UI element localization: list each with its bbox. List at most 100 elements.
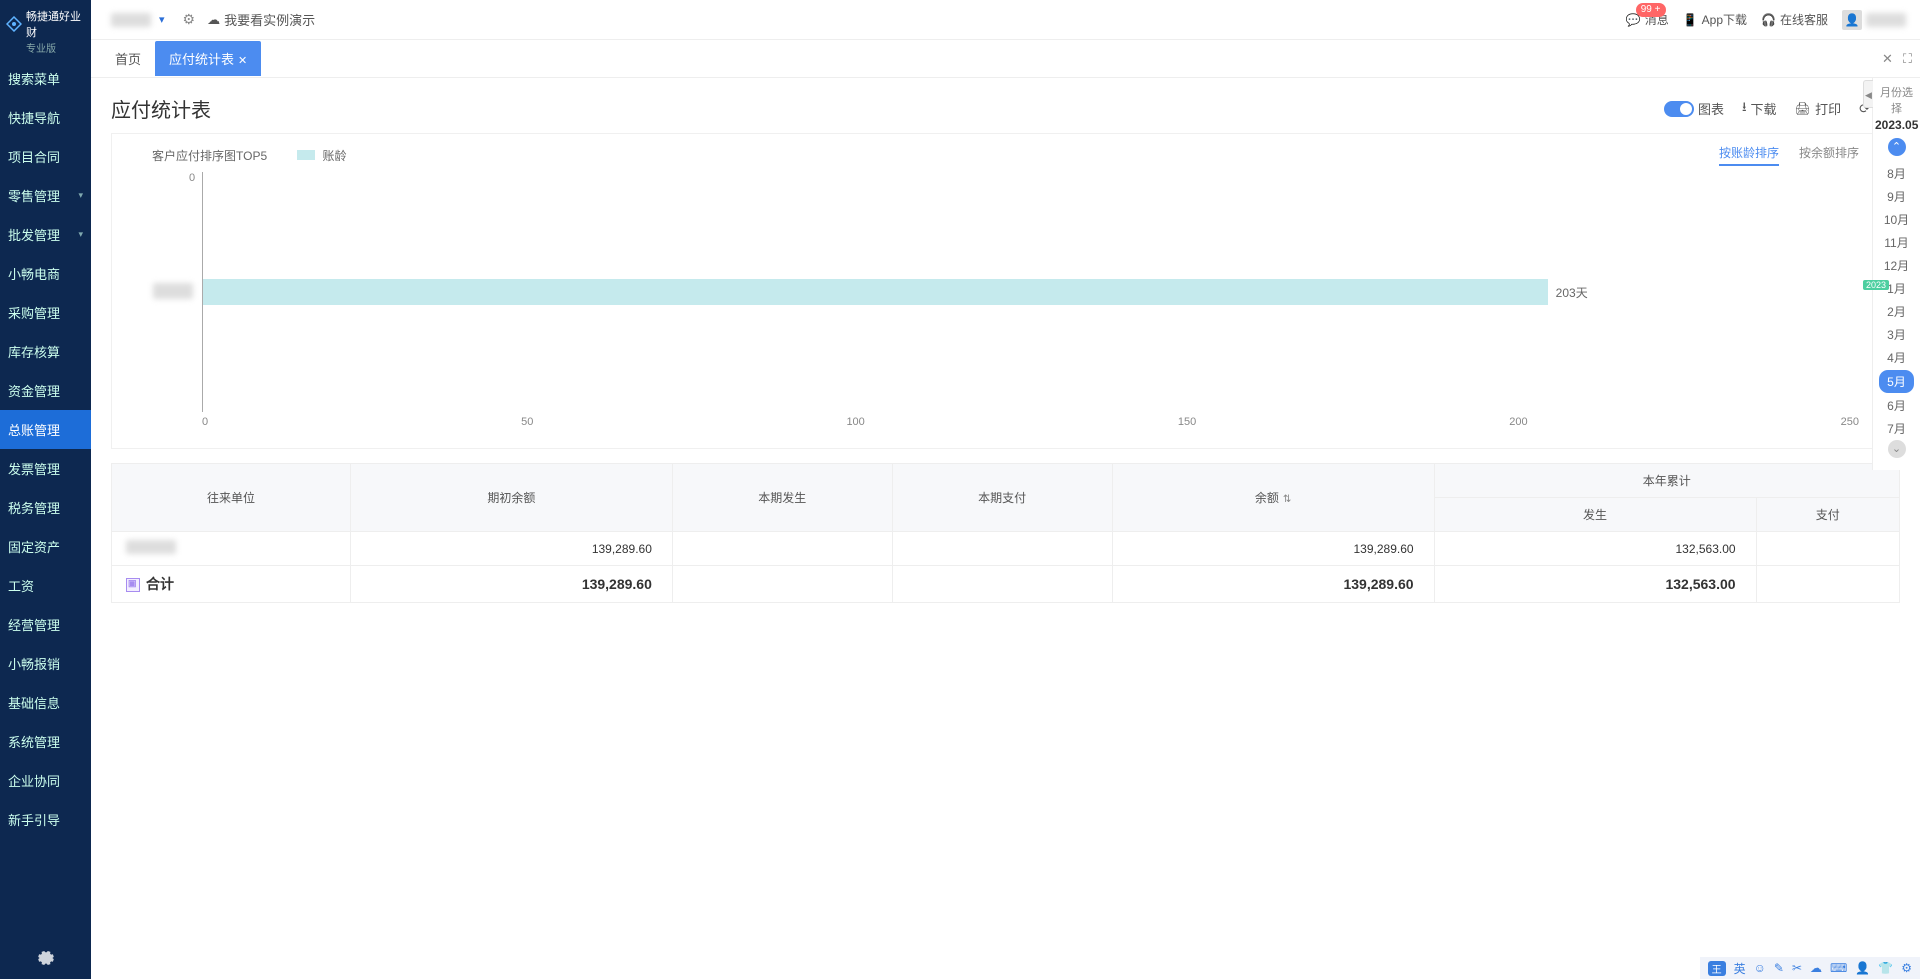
page-title: 应付统计表 — [111, 94, 211, 123]
month-option-4[interactable]: 12月 — [1875, 254, 1918, 277]
chevron-down-icon: ▾ — [78, 190, 83, 201]
col-year-paid[interactable]: 支付 — [1756, 498, 1899, 532]
table-row[interactable]: 139,289.60139,289.60132,563.00 — [112, 532, 1900, 566]
ime-person-icon[interactable]: 👤 — [1855, 961, 1870, 975]
settings-icon[interactable] — [38, 954, 54, 969]
fullscreen-icon[interactable]: ⛶ — [1903, 51, 1912, 67]
sidebar-item-17[interactable]: 系统管理 — [0, 722, 91, 761]
chart-sort-tab-0[interactable]: 按账龄排序 — [1719, 144, 1779, 166]
month-option-10[interactable]: 6月 — [1875, 394, 1918, 417]
cell-year-paid — [1756, 532, 1899, 566]
online-service-button[interactable]: 🎧 在线客服 — [1761, 11, 1828, 28]
sidebar-item-3[interactable]: 零售管理▾ — [0, 176, 91, 215]
month-option-9[interactable]: 5月 — [1879, 370, 1914, 393]
print-label: 打印 — [1815, 99, 1841, 118]
month-collapse-button[interactable]: ◀ — [1863, 80, 1873, 108]
sidebar: 畅捷通好业财 专业版 搜索菜单快捷导航项目合同零售管理▾批发管理▾小畅电商采购管… — [0, 0, 91, 979]
ime-shirt-icon[interactable]: 👕 — [1878, 961, 1893, 975]
ime-emoji-icon[interactable]: ☺ — [1754, 961, 1766, 975]
sidebar-item-7[interactable]: 库存核算 — [0, 332, 91, 371]
sidebar-item-16[interactable]: 基础信息 — [0, 683, 91, 722]
sidebar-item-19[interactable]: 新手引导 — [0, 800, 91, 839]
demo-link[interactable]: ☁ 我要看实例演示 — [207, 10, 315, 29]
ime-taskbar: 王 英 ☺ ✎ ✂ ☁ ⌨ 👤 👕 ⚙ — [1700, 957, 1920, 979]
toggle-switch[interactable] — [1664, 101, 1694, 117]
user-name — [1866, 13, 1906, 27]
sort-icon[interactable]: ⇅ — [1283, 494, 1291, 505]
app-download-button[interactable]: 📱 App下载 — [1683, 11, 1747, 28]
ime-lang[interactable]: 英 — [1734, 960, 1746, 977]
col-opening[interactable]: 期初余额 — [350, 464, 672, 532]
cell-balance: 139,289.60 — [1112, 532, 1434, 566]
cell-opening: 139,289.60 — [350, 532, 672, 566]
cell-year-occur: 132,563.00 — [1434, 532, 1756, 566]
x-tick: 0 — [202, 416, 208, 428]
tabs-bar: 首页应付统计表✕ ✕ ⛶ — [91, 40, 1920, 78]
sidebar-item-4[interactable]: 批发管理▾ — [0, 215, 91, 254]
sidebar-item-0[interactable]: 搜索菜单 — [0, 59, 91, 98]
col-paid[interactable]: 本期支付 — [892, 464, 1112, 532]
ime-keyboard-icon[interactable]: ⌨ — [1830, 961, 1847, 975]
sidebar-item-10[interactable]: 发票管理 — [0, 449, 91, 488]
download-button[interactable]: ⭳ 下载 — [1742, 98, 1777, 120]
sidebar-item-5[interactable]: 小畅电商 — [0, 254, 91, 293]
sidebar-item-18[interactable]: 企业协同 — [0, 761, 91, 800]
table-total-row: 合计139,289.60139,289.60132,563.00 — [112, 566, 1900, 603]
month-option-0[interactable]: 8月 — [1875, 162, 1918, 185]
sidebar-item-1[interactable]: 快捷导航 — [0, 98, 91, 137]
sidebar-item-15[interactable]: 小畅报销 — [0, 644, 91, 683]
ime-logo-icon[interactable]: 王 — [1708, 961, 1726, 976]
chart-sort-tab-1[interactable]: 按余额排序 — [1799, 144, 1859, 166]
brand-area: 畅捷通好业财 专业版 — [0, 0, 91, 59]
col-year-occur[interactable]: 发生 — [1434, 498, 1756, 532]
month-option-6[interactable]: 2月 — [1875, 300, 1918, 323]
month-scroll-up[interactable]: ⌃ — [1888, 138, 1906, 156]
col-balance[interactable]: 余额⇅ — [1112, 464, 1434, 532]
ime-scissors-icon[interactable]: ✂ — [1792, 961, 1802, 975]
tabs-close-button[interactable]: ✕ — [1882, 51, 1893, 67]
ime-cloud-icon[interactable]: ☁ — [1810, 961, 1822, 975]
tab-0[interactable]: 首页 — [101, 41, 155, 76]
company-selector[interactable]: ▾ — [105, 11, 171, 29]
sidebar-item-13[interactable]: 工资 — [0, 566, 91, 605]
bubble-icon: ☁ — [207, 12, 220, 28]
app-download-label: App下载 — [1702, 11, 1747, 28]
col-unit[interactable]: 往来单位 — [112, 464, 351, 532]
sidebar-item-14[interactable]: 经营管理 — [0, 605, 91, 644]
month-option-8[interactable]: 4月 — [1875, 346, 1918, 369]
sidebar-item-11[interactable]: 税务管理 — [0, 488, 91, 527]
month-option-5[interactable]: 20231月 — [1875, 277, 1918, 300]
brand-edition: 专业版 — [6, 40, 85, 55]
sidebar-item-2[interactable]: 项目合同 — [0, 137, 91, 176]
chevron-down-icon: ▾ — [159, 13, 165, 26]
month-option-1[interactable]: 9月 — [1875, 185, 1918, 208]
sidebar-item-8[interactable]: 资金管理 — [0, 371, 91, 410]
month-option-2[interactable]: 10月 — [1875, 208, 1918, 231]
tab-1[interactable]: 应付统计表✕ — [155, 41, 261, 76]
month-option-11[interactable]: 7月 — [1875, 417, 1918, 440]
ime-gear-icon[interactable]: ⚙ — [1901, 961, 1912, 975]
month-option-7[interactable]: 3月 — [1875, 323, 1918, 346]
ime-edit-icon[interactable]: ✎ — [1774, 961, 1784, 975]
unit-cell — [126, 540, 176, 554]
col-occur[interactable]: 本期发生 — [672, 464, 892, 532]
month-option-3[interactable]: 11月 — [1875, 231, 1918, 254]
sidebar-item-6[interactable]: 采购管理 — [0, 293, 91, 332]
sidebar-item-9[interactable]: 总账管理 — [0, 410, 91, 449]
header-settings-icon[interactable]: ⚙ — [183, 11, 196, 28]
month-scroll-down[interactable]: ⌄ — [1888, 440, 1906, 458]
avatar-icon: 👤 — [1842, 10, 1862, 30]
tab-close-icon[interactable]: ✕ — [238, 55, 247, 67]
download-label: 下载 — [1751, 99, 1777, 118]
messages-button[interactable]: 99 + 💬 消息 — [1626, 11, 1669, 28]
legend-label: 账龄 — [322, 149, 346, 163]
user-menu[interactable]: 👤 — [1842, 10, 1906, 30]
col-year-total: 本年累计 — [1434, 464, 1899, 498]
print-icon: 🖨 — [1795, 101, 1812, 117]
print-button[interactable]: 🖨 打印 — [1795, 99, 1842, 118]
year-tag: 2023 — [1863, 280, 1889, 290]
chart-bar[interactable] — [203, 279, 1548, 305]
sidebar-item-12[interactable]: 固定资产 — [0, 527, 91, 566]
chart-toggle[interactable]: 图表 — [1664, 99, 1724, 118]
x-tick: 200 — [1509, 416, 1527, 428]
